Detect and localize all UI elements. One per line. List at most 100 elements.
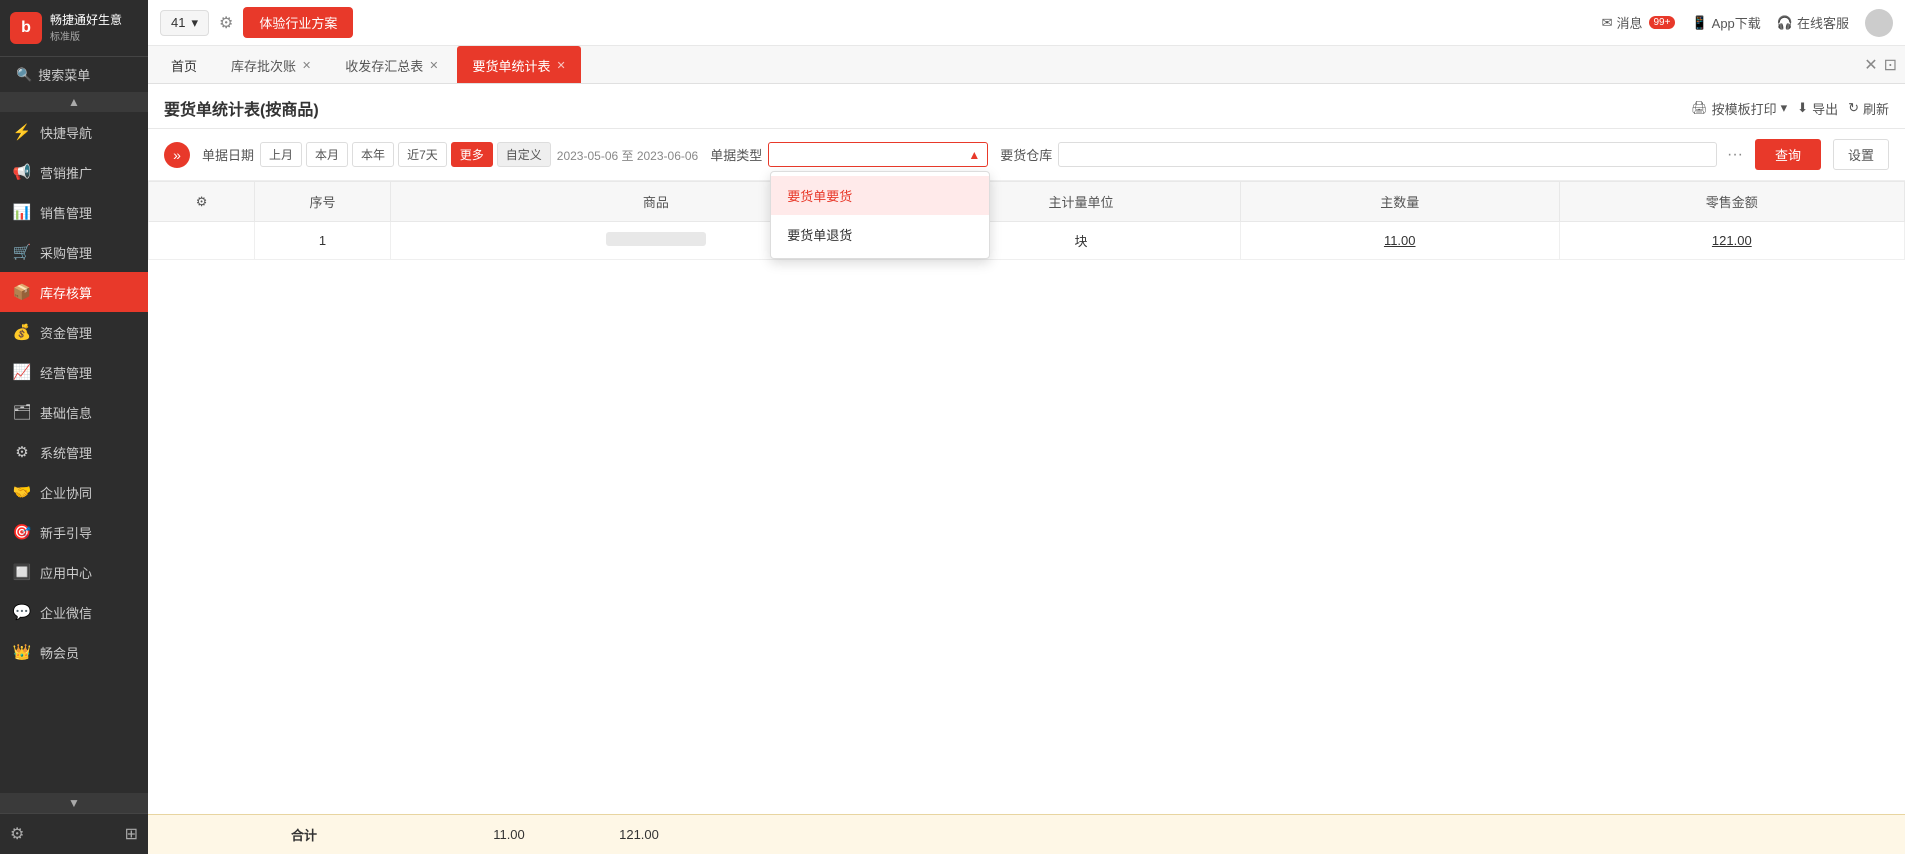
date-btn-group: 上月 本月 本年 近7天 更多 自定义	[260, 142, 551, 167]
topbar-id-caret: ▾	[191, 15, 198, 31]
tab-requisition-stats-close[interactable]: ✕	[557, 59, 566, 72]
more-options-btn[interactable]: ···	[1727, 146, 1743, 164]
query-button[interactable]: 查询	[1755, 139, 1821, 170]
tab-batch-ledger[interactable]: 库存批次账 ✕	[216, 46, 326, 83]
nav-label-system: 系统管理	[40, 443, 92, 462]
guide-icon: 🎯	[12, 522, 32, 542]
page-actions: 🖨 按模板打印 ▾ ⬇ 导出 ↻ 刷新	[1691, 99, 1889, 118]
sidebar-item-quick-nav[interactable]: ⚡ 快捷导航	[0, 112, 148, 152]
date-range-text: 2023-05-06 至 2023-06-06	[557, 147, 698, 164]
type-select-input[interactable]	[768, 142, 988, 167]
row-amount: 121.00	[1559, 222, 1904, 260]
sidebar-item-finance[interactable]: 💰 资金管理	[0, 312, 148, 352]
vip-icon: 👑	[12, 642, 32, 662]
print-caret: ▾	[1781, 100, 1788, 116]
type-select-wrapper: ▲	[768, 142, 988, 167]
tab-batch-ledger-close[interactable]: ✕	[302, 59, 311, 72]
goods-placeholder	[606, 232, 706, 246]
sidebar-item-basic[interactable]: 🗂 基础信息	[0, 392, 148, 432]
nav-label-sales: 销售管理	[40, 203, 92, 222]
table-area: ⚙ 序号 商品 主计量单位 主数量 零售金额 1	[148, 181, 1905, 814]
message-btn[interactable]: ✉ 消息 99+	[1602, 13, 1676, 32]
dropdown-item-return-goods[interactable]: 要货单退货	[771, 215, 989, 254]
sidebar-item-enterprise[interactable]: 🤝 企业协同	[0, 472, 148, 512]
export-action[interactable]: ⬇ 导出	[1797, 99, 1838, 118]
date-btn-last-month[interactable]: 上月	[260, 142, 302, 167]
operations-icon: 📈	[12, 362, 32, 382]
sidebar-item-operations[interactable]: 📈 经营管理	[0, 352, 148, 392]
date-btn-this-month[interactable]: 本月	[306, 142, 348, 167]
tabs-bar: 首页 库存批次账 ✕ 收发存汇总表 ✕ 要货单统计表 ✕ ✕ ⊡	[148, 46, 1905, 84]
system-icon: ⚙	[12, 442, 32, 462]
tabs-expand-icon[interactable]: ⊡	[1884, 55, 1897, 75]
sidebar-item-marketing[interactable]: 📢 营销推广	[0, 152, 148, 192]
export-label: 导出	[1812, 99, 1838, 118]
online-service-btn[interactable]: 🎧 在线客服	[1777, 13, 1849, 32]
tab-shipment-summary-label: 收发存汇总表	[345, 56, 423, 75]
refresh-icon: ↻	[1848, 100, 1859, 116]
col-qty: 主数量	[1240, 182, 1559, 222]
type-filter-label: 单据类型	[710, 145, 762, 164]
sidebar-item-system[interactable]: ⚙ 系统管理	[0, 432, 148, 472]
tab-shipment-summary-close[interactable]: ✕	[429, 59, 438, 72]
warehouse-filter-group: 要货仓库 ···	[1000, 142, 1743, 167]
purchase-icon: 🛒	[12, 242, 32, 262]
tab-requisition-stats[interactable]: 要货单统计表 ✕	[457, 46, 580, 83]
user-avatar[interactable]	[1865, 9, 1893, 37]
settings-bottom-icon[interactable]: ⚙	[10, 824, 24, 844]
filter-expand-button[interactable]: »	[164, 142, 190, 168]
table-header-row: ⚙ 序号 商品 主计量单位 主数量 零售金额	[149, 182, 1905, 222]
sidebar-item-purchase[interactable]: 🛒 采购管理	[0, 232, 148, 272]
nav-label-quick-nav: 快捷导航	[40, 123, 92, 142]
filter-bar: » 单据日期 上月 本月 本年 近7天 更多 自定义 2023-05-06 至 …	[148, 129, 1905, 181]
sales-icon: 📊	[12, 202, 32, 222]
sidebar-item-vip[interactable]: 👑 畅会员	[0, 632, 148, 672]
warehouse-filter-label: 要货仓库	[1000, 145, 1052, 164]
sidebar-item-inventory[interactable]: 📦 库存核算	[0, 272, 148, 312]
nav-label-marketing: 营销推广	[40, 163, 92, 182]
footer-label: 合计	[164, 825, 444, 844]
topbar-right: ✉ 消息 99+ 📱 App下载 🎧 在线客服	[1602, 9, 1893, 37]
app-download-label: App下载	[1712, 13, 1761, 32]
page-header: 要货单统计表(按商品) 🖨 按模板打印 ▾ ⬇ 导出 ↻ 刷新	[148, 84, 1905, 129]
nav-label-finance: 资金管理	[40, 323, 92, 342]
sidebar-item-wechat[interactable]: 💬 企业微信	[0, 592, 148, 632]
dropdown-item-order-goods[interactable]: 要货单要货	[771, 176, 989, 215]
sidebar-item-app-center[interactable]: 🔲 应用中心	[0, 552, 148, 592]
date-btn-more[interactable]: 更多	[451, 142, 493, 167]
date-btn-this-year[interactable]: 本年	[352, 142, 394, 167]
tab-home[interactable]: 首页	[156, 46, 212, 83]
tab-shipment-summary[interactable]: 收发存汇总表 ✕	[330, 46, 453, 83]
date-btn-custom[interactable]: 自定义	[497, 142, 551, 167]
row-num: 1	[255, 222, 391, 260]
nav-label-wechat: 企业微信	[40, 603, 92, 622]
nav-label-vip: 畅会员	[40, 643, 79, 662]
logo-icon: b	[10, 12, 42, 44]
data-table: ⚙ 序号 商品 主计量单位 主数量 零售金额 1	[148, 181, 1905, 260]
scroll-up-btn[interactable]: ▲	[0, 92, 148, 112]
topbar-settings-icon[interactable]: ⚙	[219, 13, 233, 33]
sidebar-search[interactable]: 🔍 搜索菜单	[0, 57, 148, 92]
sidebar-item-sales[interactable]: 📊 销售管理	[0, 192, 148, 232]
tab-home-label: 首页	[171, 56, 197, 75]
sidebar-item-guide[interactable]: 🎯 新手引导	[0, 512, 148, 552]
settings-button[interactable]: 设置	[1833, 139, 1889, 170]
date-btn-last-7days[interactable]: 近7天	[398, 142, 447, 167]
inventory-icon: 📦	[12, 282, 32, 302]
trial-button[interactable]: 体验行业方案	[243, 7, 353, 38]
warehouse-input[interactable]	[1058, 142, 1717, 167]
phone-icon: 📱	[1691, 15, 1707, 31]
print-action[interactable]: 🖨 按模板打印 ▾	[1691, 99, 1787, 118]
tabs-controls: ✕ ⊡	[1864, 55, 1897, 75]
scroll-down-btn[interactable]: ▼	[0, 793, 148, 813]
collapse-sidebar-icon[interactable]: ⊞	[125, 824, 138, 844]
tabs-close-all-icon[interactable]: ✕	[1864, 55, 1877, 75]
refresh-action[interactable]: ↻ 刷新	[1848, 99, 1889, 118]
content-area: 要货单统计表(按商品) 🖨 按模板打印 ▾ ⬇ 导出 ↻ 刷新 »	[148, 84, 1905, 854]
app-download-btn[interactable]: 📱 App下载	[1691, 13, 1760, 32]
sidebar-bottom: ⚙ ⊞	[0, 813, 148, 854]
col-num: 序号	[255, 182, 391, 222]
online-service-label: 在线客服	[1797, 13, 1849, 32]
col-settings[interactable]: ⚙	[149, 182, 255, 222]
message-icon: ✉	[1602, 15, 1613, 31]
